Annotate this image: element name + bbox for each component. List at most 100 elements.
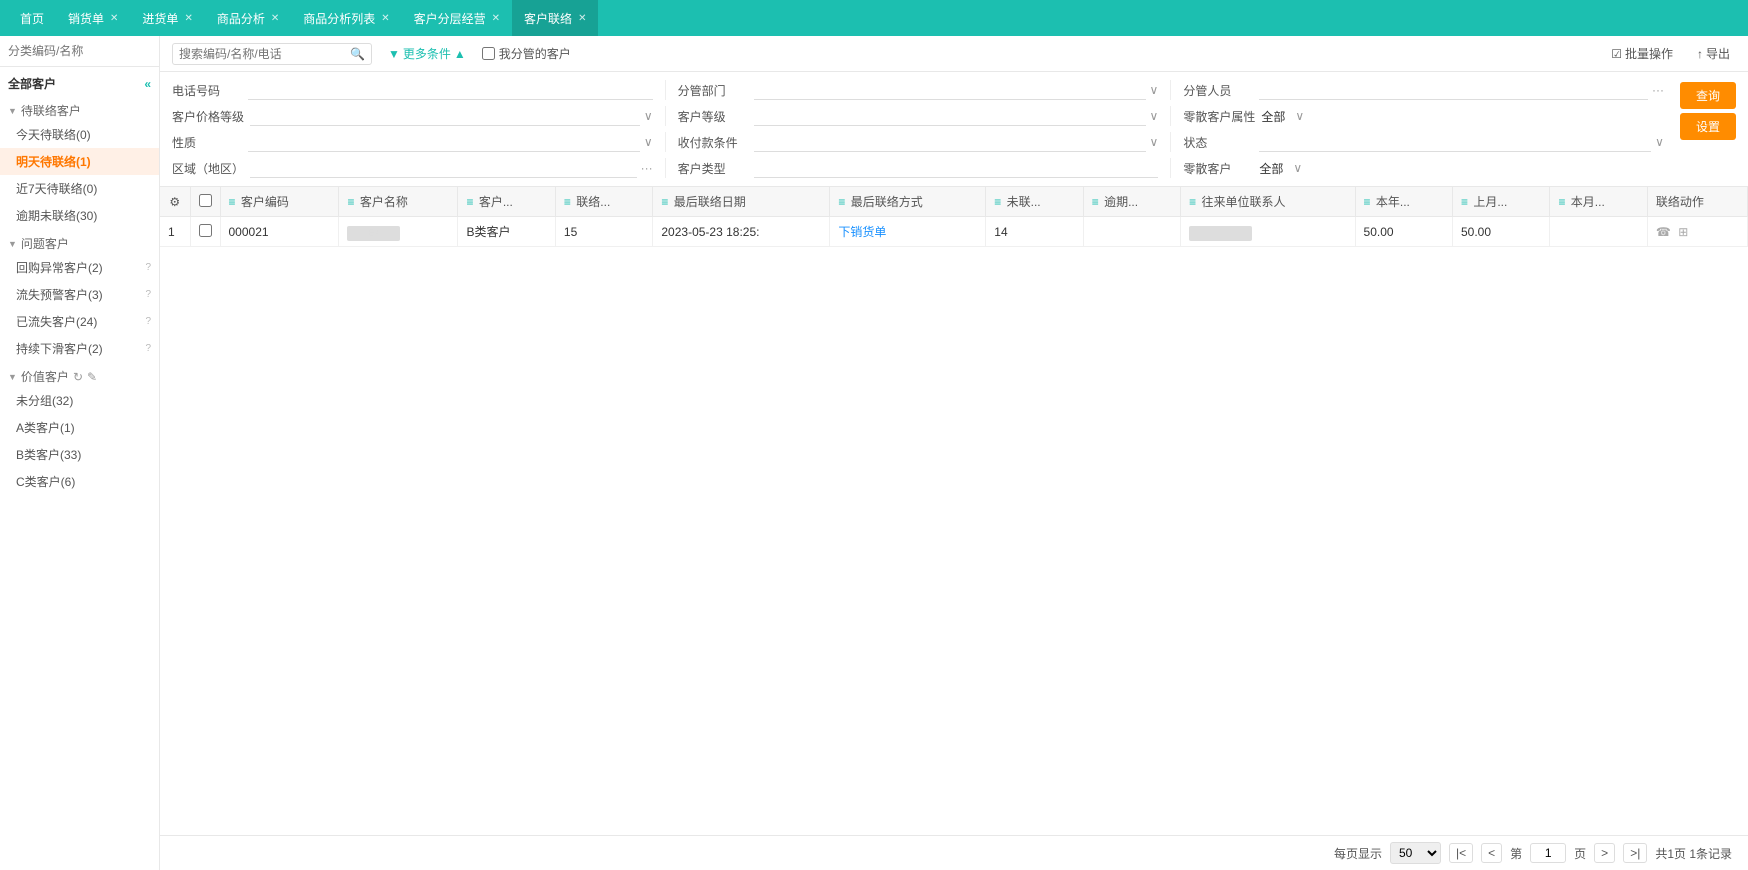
payment-input[interactable] xyxy=(754,133,1146,152)
row-checkbox[interactable] xyxy=(199,224,212,237)
col-type-header[interactable]: ≡ 客户... xyxy=(458,187,555,217)
col-contact-header[interactable]: ≡ 联络... xyxy=(555,187,652,217)
sidebar-item-7days[interactable]: 近7天待联络(0) xyxy=(0,175,159,202)
more-conditions-btn[interactable]: ▼ 更多条件 ▲ xyxy=(380,42,474,65)
nature-input[interactable] xyxy=(248,133,640,152)
sort-icon: ≡ xyxy=(1189,195,1196,209)
price-level-input[interactable] xyxy=(250,107,640,126)
last-way-link[interactable]: 下销货单 xyxy=(838,225,886,239)
group-pending-contact[interactable]: 待联络客户 xyxy=(0,96,159,121)
right-actions: ☑ 批量操作 ↑ 导出 xyxy=(1605,42,1736,65)
col-code-header[interactable]: ≡ 客户编码 xyxy=(220,187,339,217)
nav-purchase[interactable]: 进货单 ✕ xyxy=(130,0,204,36)
customer-level-input[interactable] xyxy=(754,107,1146,126)
more-icon[interactable]: ··· xyxy=(1652,83,1664,97)
grid-icon[interactable]: ⊞ xyxy=(1678,225,1688,239)
chevron-down-icon[interactable]: ∨ xyxy=(1295,109,1304,123)
chevron-down-icon[interactable]: ∨ xyxy=(1150,135,1159,149)
customer-type-input[interactable] xyxy=(754,159,1159,178)
export-btn[interactable]: ↑ 导出 xyxy=(1691,42,1736,65)
query-button[interactable]: 查询 xyxy=(1680,82,1736,109)
col-no-contact-header[interactable]: ≡ 未联... xyxy=(986,187,1083,217)
sort-icon: ≡ xyxy=(1461,195,1468,209)
dept-input[interactable] xyxy=(754,81,1146,100)
sidebar-item-churned[interactable]: 已流失客户(24) ? xyxy=(0,308,159,335)
filter-row-4: 区域（地区） ··· 客户类型 零散客户 全部 xyxy=(172,158,1664,178)
group-value-customers[interactable]: 价值客户 ↻ ✎ xyxy=(0,362,159,387)
help-icon: ? xyxy=(145,289,151,300)
search-input[interactable] xyxy=(179,47,350,61)
sidebar-item-abnormal-repurchase[interactable]: 回购异常客户(2) ? xyxy=(0,254,159,281)
phone-input[interactable] xyxy=(248,81,653,100)
my-customers-checkbox[interactable] xyxy=(482,47,495,60)
nav-customer-tier[interactable]: 客户分层经营 ✕ xyxy=(402,0,512,36)
chevron-down-icon[interactable]: ∨ xyxy=(644,109,653,123)
manager-input[interactable] xyxy=(1259,81,1648,100)
sidebar-item-today[interactable]: 今天待联络(0) xyxy=(0,121,159,148)
batch-ops-btn[interactable]: ☑ 批量操作 xyxy=(1605,42,1679,65)
nav-analysis[interactable]: 商品分析 ✕ xyxy=(205,0,291,36)
refresh-icon[interactable]: ↻ xyxy=(73,370,83,384)
sidebar-item-class-b[interactable]: B类客户(33) xyxy=(0,441,159,468)
close-icon[interactable]: ✕ xyxy=(110,13,118,24)
sidebar-item-declining[interactable]: 持续下滑客户(2) ? xyxy=(0,335,159,362)
close-icon[interactable]: ✕ xyxy=(381,13,389,24)
col-unit-contact-header[interactable]: ≡ 往来单位联系人 xyxy=(1181,187,1355,217)
status-input[interactable] xyxy=(1259,133,1651,152)
chevron-down-icon[interactable]: ∨ xyxy=(1293,161,1302,175)
chevron-down-icon[interactable]: ∨ xyxy=(1655,135,1664,149)
col-settings[interactable]: ⚙ xyxy=(160,187,190,217)
sidebar-search-input[interactable] xyxy=(8,44,160,58)
sort-icon: ≡ xyxy=(347,195,354,209)
col-name-header[interactable]: ≡ 客户名称 xyxy=(339,187,458,217)
settings-icon[interactable]: ⚙ xyxy=(169,195,180,209)
nav-home[interactable]: 首页 xyxy=(8,0,56,36)
per-page-select[interactable]: 50 100 200 xyxy=(1390,842,1441,864)
chevron-down-icon[interactable]: ∨ xyxy=(644,135,653,149)
cell-name: Ea xyxy=(339,217,458,247)
more-icon[interactable]: ··· xyxy=(641,161,653,175)
first-page-btn[interactable]: |< xyxy=(1449,843,1473,863)
cell-unit-contact xyxy=(1181,217,1355,247)
col-last-date-header[interactable]: ≡ 最后联络日期 xyxy=(653,187,830,217)
col-last-way-header[interactable]: ≡ 最后联络方式 xyxy=(830,187,986,217)
sidebar-item-class-c[interactable]: C类客户(6) xyxy=(0,468,159,495)
col-this-month-header[interactable]: ≡ 本月... xyxy=(1550,187,1647,217)
page-input[interactable] xyxy=(1530,843,1566,863)
sort-icon: ≡ xyxy=(564,195,571,209)
close-icon[interactable]: ✕ xyxy=(492,13,500,24)
settings-button[interactable]: 设置 xyxy=(1680,113,1736,140)
nav-analysis-list[interactable]: 商品分析列表 ✕ xyxy=(291,0,401,36)
region-input[interactable] xyxy=(250,159,637,178)
sidebar-item-ungrouped[interactable]: 未分组(32) xyxy=(0,387,159,414)
select-all-checkbox[interactable] xyxy=(199,194,212,207)
nav-customer-contact[interactable]: 客户联络 ✕ xyxy=(512,0,598,36)
chevron-down-icon[interactable]: ∨ xyxy=(1150,83,1159,97)
contact-icon[interactable]: ☎ xyxy=(1656,225,1671,239)
sidebar-item-churn-warning[interactable]: 流失预警客户(3) ? xyxy=(0,281,159,308)
prev-page-btn[interactable]: < xyxy=(1481,843,1502,863)
cell-action: ☎ ⊞ xyxy=(1647,217,1747,247)
sort-icon: ≡ xyxy=(229,195,236,209)
last-page-btn[interactable]: >| xyxy=(1623,843,1647,863)
sidebar-item-overdue[interactable]: 逾期未联络(30) xyxy=(0,202,159,229)
col-checkbox-header xyxy=(190,187,220,217)
next-page-btn[interactable]: > xyxy=(1594,843,1615,863)
close-icon[interactable]: ✕ xyxy=(184,13,192,24)
close-icon[interactable]: ✕ xyxy=(271,13,279,24)
col-this-year-header[interactable]: ≡ 本年... xyxy=(1355,187,1452,217)
sort-icon: ≡ xyxy=(1364,195,1371,209)
edit-icon[interactable]: ✎ xyxy=(87,370,97,384)
group-problem-customers[interactable]: 问题客户 xyxy=(0,229,159,254)
col-last-month-header[interactable]: ≡ 上月... xyxy=(1452,187,1549,217)
sidebar-item-class-a[interactable]: A类客户(1) xyxy=(0,414,159,441)
all-customers-header[interactable]: 全部客户 « xyxy=(0,67,159,96)
nav-sales[interactable]: 销货单 ✕ xyxy=(56,0,130,36)
sidebar-item-tomorrow[interactable]: 明天待联络(1) xyxy=(0,148,159,175)
chevron-down-icon[interactable]: ∨ xyxy=(1150,109,1159,123)
col-overdue-header[interactable]: ≡ 逾期... xyxy=(1083,187,1180,217)
search-icon[interactable]: 🔍 xyxy=(350,47,365,61)
close-icon[interactable]: ✕ xyxy=(578,13,586,24)
filter-row-3: 性质 ∨ 收付款条件 ∨ 状态 xyxy=(172,132,1664,152)
collapse-icon[interactable]: « xyxy=(144,77,151,91)
